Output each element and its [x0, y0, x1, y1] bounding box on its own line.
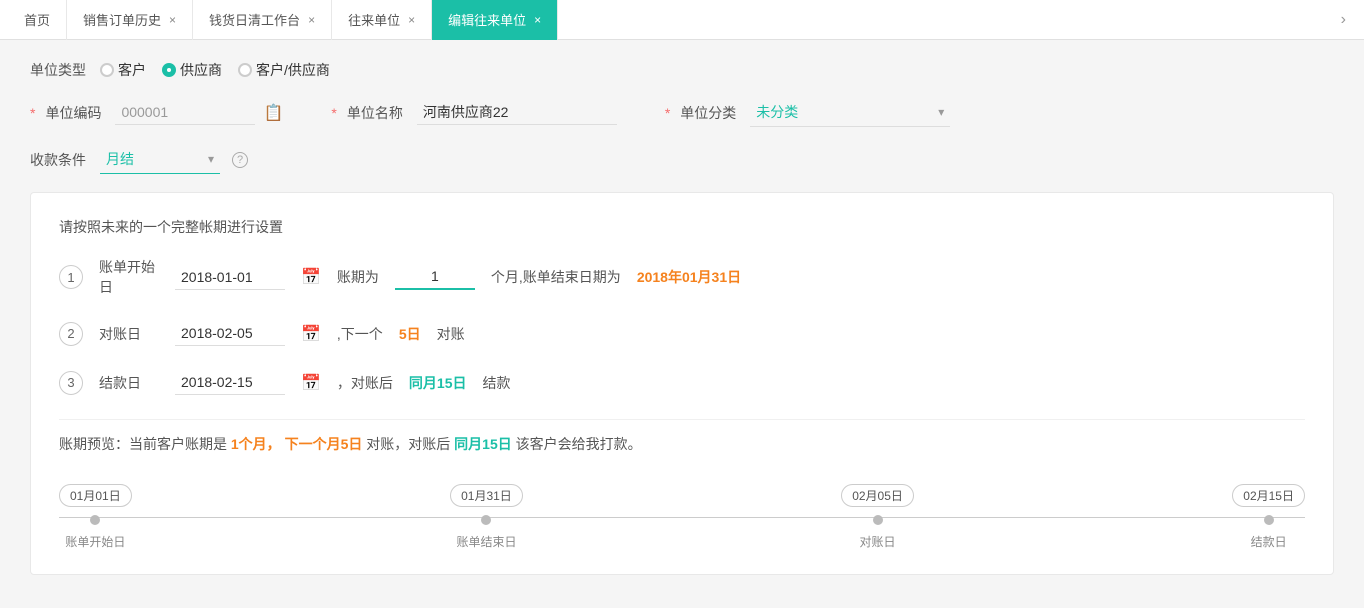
payment-desc-1: ，对账后 [337, 373, 393, 393]
radio-customer[interactable]: 客户 [100, 60, 146, 80]
tab-close-work-bench[interactable]: × [308, 13, 315, 27]
unit-category-label: 单位分类 [680, 103, 736, 123]
tabs-bar: 首页 销售订单历史 × 钱货日清工作台 × 往来单位 × 编辑往来单位 × › [0, 0, 1364, 40]
reconcile-date-input[interactable] [175, 321, 285, 346]
reconcile-desc-1: ,下一个 [337, 324, 383, 344]
timeline-dot-4 [1264, 515, 1274, 525]
unit-code-input[interactable] [115, 100, 255, 125]
row-num-1: 1 [59, 265, 83, 289]
setting-row-2: 2 对账日 📅 ,下一个 5日 对账 [59, 321, 1305, 346]
radio-circle-supplier [162, 63, 176, 77]
timeline-point-3: 02月05日 对账日 [841, 484, 914, 550]
radio-label-supplier: 供应商 [180, 60, 222, 80]
card-title: 请按照未来的一个完整帐期进行设置 [59, 217, 1305, 237]
reconcile-day-highlight: 5日 [399, 324, 421, 344]
preview-text: 账期预览：当前客户账期是 1个月， 下一个月5日 对账，对账后 同月15日 该客… [59, 434, 1305, 454]
reconcile-desc-2: 对账 [437, 324, 465, 344]
preview-suffix: 该客户会给我打款。 [516, 436, 642, 452]
preview-period: 1个月， [231, 436, 281, 452]
row-label-1: 账单开始日 [99, 257, 159, 297]
settings-card: 请按照未来的一个完整帐期进行设置 1 账单开始日 📅 账期为 个月,账单结束日期… [30, 192, 1334, 575]
unit-name-input[interactable] [417, 100, 617, 125]
end-date-highlight: 2018年01月31日 [637, 267, 741, 287]
unit-category-dropdown[interactable]: 未分类 ▾ [750, 98, 950, 127]
payment-terms-arrow: ▾ [208, 152, 214, 166]
timeline-badge-3: 02月05日 [841, 484, 914, 507]
row-label-3: 结款日 [99, 373, 159, 393]
payment-desc-2: 结款 [483, 373, 511, 393]
unit-type-row: 单位类型 客户 供应商 客户/供应商 [30, 60, 1334, 80]
setting-row-3: 3 结款日 📅 ，对账后 同月15日 结款 [59, 370, 1305, 395]
payment-day-highlight: 同月15日 [409, 373, 467, 393]
tab-sales-history[interactable]: 销售订单历史 × [67, 0, 193, 40]
unit-type-radio-group: 客户 供应商 客户/供应商 [100, 60, 330, 80]
timeline-badge-1: 01月01日 [59, 484, 132, 507]
timeline: 01月01日 账单开始日 01月31日 账单结束日 02月05日 对账日 02月… [59, 484, 1305, 550]
tab-close-sales-history[interactable]: × [169, 13, 176, 27]
timeline-label-1: 账单开始日 [65, 533, 125, 550]
unit-name-label: 单位名称 [347, 103, 403, 123]
timeline-label-4: 结款日 [1251, 533, 1287, 550]
preview-end: 同月15日 [454, 436, 512, 452]
main-content: 单位类型 客户 供应商 客户/供应商 * 单位编码 📋 * 单位名称 [0, 40, 1364, 595]
setting-row-1: 1 账单开始日 📅 账期为 个月,账单结束日期为 2018年01月31日 [59, 257, 1305, 297]
unit-category-value: 未分类 [756, 102, 934, 122]
unit-code-icon[interactable]: 📋 [263, 103, 283, 123]
start-date-calendar[interactable]: 📅 [301, 267, 321, 287]
payment-date-input[interactable] [175, 370, 285, 395]
tab-close-edit-partner[interactable]: × [534, 13, 541, 27]
unit-type-label: 单位类型 [30, 60, 86, 80]
radio-circle-both [238, 63, 252, 77]
row-label-2: 对账日 [99, 324, 159, 344]
radio-label-both: 客户/供应商 [256, 60, 330, 80]
period-label: 账期为 [337, 267, 379, 287]
timeline-point-4: 02月15日 结款日 [1232, 484, 1305, 550]
unit-info-row: * 单位编码 📋 * 单位名称 * 单位分类 未分类 ▾ [30, 98, 1334, 127]
unit-code-required: * [30, 105, 35, 121]
unit-code-field: * 单位编码 📋 [30, 100, 283, 125]
payment-terms-dropdown[interactable]: 月结 ▾ [100, 145, 220, 174]
preview-prefix: 账期预览：当前客户账期是 [59, 436, 227, 452]
tab-work-bench[interactable]: 钱货日清工作台 × [193, 0, 332, 40]
payment-terms-row: 收款条件 月结 ▾ ? [30, 145, 1334, 174]
tab-close-partner[interactable]: × [408, 13, 415, 27]
row-num-2: 2 [59, 322, 83, 346]
tab-edit-partner[interactable]: 编辑往来单位 × [432, 0, 558, 40]
reconcile-date-calendar[interactable]: 📅 [301, 324, 321, 344]
preview-mid2: 对账，对账后 [366, 436, 450, 452]
period-input[interactable] [395, 264, 475, 290]
timeline-point-1: 01月01日 账单开始日 [59, 484, 132, 550]
timeline-dot-1 [90, 515, 100, 525]
tab-partner[interactable]: 往来单位 × [332, 0, 432, 40]
unit-category-required: * [665, 105, 670, 121]
timeline-label-2: 账单结束日 [456, 533, 516, 550]
radio-circle-customer [100, 63, 114, 77]
timeline-dot-3 [873, 515, 883, 525]
unit-name-required: * [331, 105, 336, 121]
payment-terms-help[interactable]: ? [232, 152, 248, 168]
unit-category-arrow: ▾ [938, 105, 944, 119]
radio-both[interactable]: 客户/供应商 [238, 60, 330, 80]
tab-more-button[interactable]: › [1331, 11, 1356, 29]
preview-section: 账期预览：当前客户账期是 1个月， 下一个月5日 对账，对账后 同月15日 该客… [59, 419, 1305, 550]
row-num-3: 3 [59, 371, 83, 395]
radio-supplier[interactable]: 供应商 [162, 60, 222, 80]
timeline-label-3: 对账日 [860, 533, 896, 550]
timeline-badge-4: 02月15日 [1232, 484, 1305, 507]
payment-date-calendar[interactable]: 📅 [301, 373, 321, 393]
timeline-badge-2: 01月31日 [450, 484, 523, 507]
timeline-dot-2 [481, 515, 491, 525]
timeline-point-2: 01月31日 账单结束日 [450, 484, 523, 550]
radio-label-customer: 客户 [118, 60, 146, 80]
unit-category-field: * 单位分类 未分类 ▾ [665, 98, 950, 127]
period-suffix: 个月,账单结束日期为 [491, 267, 621, 287]
payment-terms-label: 收款条件 [30, 150, 86, 170]
unit-name-field: * 单位名称 [331, 100, 616, 125]
payment-terms-value: 月结 [106, 149, 204, 169]
unit-code-label: 单位编码 [45, 103, 101, 123]
timeline-line [59, 517, 1305, 518]
start-date-input[interactable] [175, 265, 285, 290]
tab-home[interactable]: 首页 [8, 0, 67, 40]
preview-mid: 下一个月5日 [285, 436, 363, 452]
